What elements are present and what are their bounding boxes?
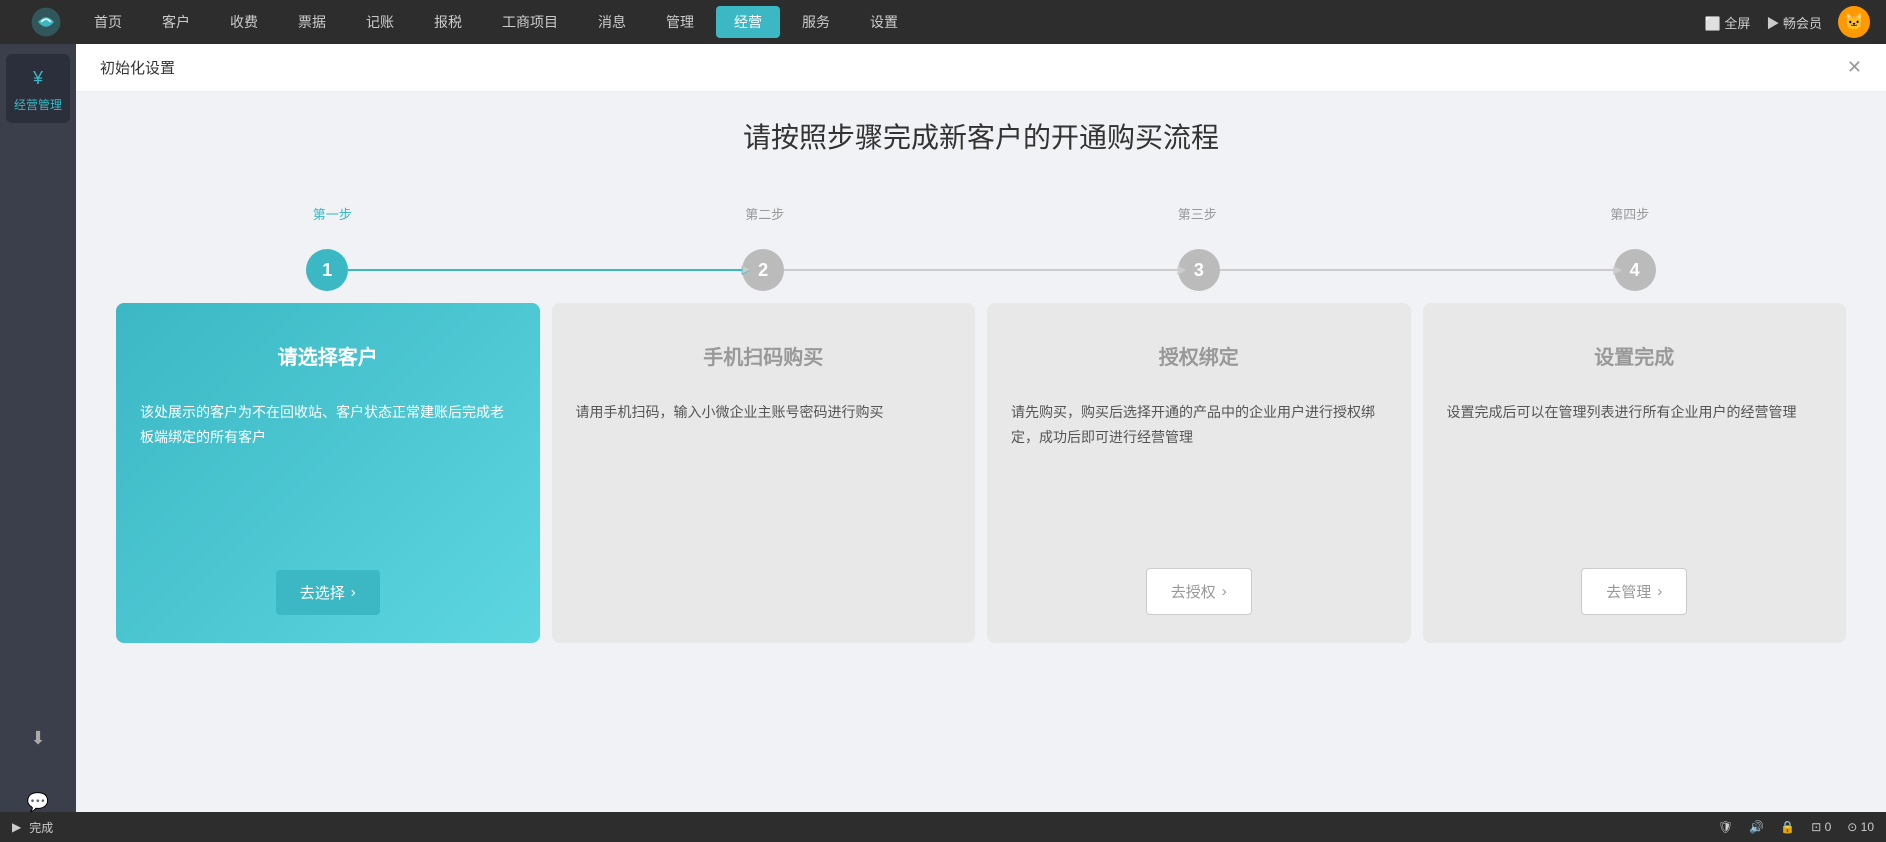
step1-card-desc: 该处展示的客户为不在回收站、客户状态正常建账后完成老板端绑定的所有客户 (140, 400, 516, 546)
nav-service[interactable]: 服务 (784, 6, 848, 38)
sidebar: ¥ 经营管理 ⬇ 💬 (0, 44, 76, 842)
cards-row: 请选择客户 该处展示的客户为不在回收站、客户状态正常建账后完成老板端绑定的所有客… (116, 303, 1846, 643)
lock-icon: 🔒 (1780, 820, 1795, 834)
main-area: 初始化设置 ✕ 请按照步骤完成新客户的开通购买流程 第一步 第二步 第三步 第四… (76, 44, 1886, 842)
step2-card-title: 手机扫码购买 (576, 331, 952, 380)
status-text: 完成 (29, 819, 53, 836)
step1-label: 第一步 (313, 204, 352, 223)
nav-items: 首页 客户 收费 票据 记账 报税 工商项目 消息 管理 经营 服务 设置 (76, 6, 1705, 38)
nav-tax[interactable]: 报税 (416, 6, 480, 38)
network-status: ⊡ 0 (1811, 820, 1831, 834)
nav-industry[interactable]: 工商项目 (484, 6, 576, 38)
step2-label: 第二步 (745, 204, 784, 223)
step3-action-button[interactable]: 去授权 › (1146, 568, 1252, 615)
status-right: 🛡 🔊 🔒 ⊡ 0 ⊙ 10 (1718, 820, 1874, 834)
logo[interactable] (16, 6, 76, 38)
connector3: ▶ (1220, 269, 1614, 271)
sidebar-item-label: 经营管理 (14, 96, 62, 113)
nav-message[interactable]: 消息 (580, 6, 644, 38)
step3-card: 授权绑定 请先购买，购买后选择开通的产品中的企业用户进行授权绑定，成功后即可进行… (987, 303, 1411, 643)
content-area: 请按照步骤完成新客户的开通购买流程 第一步 第二步 第三步 第四步 1 ▶ (76, 92, 1886, 842)
sidebar-item-operation[interactable]: ¥ 经营管理 (6, 54, 70, 123)
main-heading: 请按照步骤完成新客户的开通购买流程 (743, 116, 1219, 156)
step3-label: 第三步 (1178, 204, 1217, 223)
page-header: 初始化设置 ✕ (76, 44, 1886, 92)
step4-action-button[interactable]: 去管理 › (1581, 568, 1687, 615)
step3-card-title: 授权绑定 (1011, 331, 1387, 380)
fullscreen-btn[interactable]: ⬜ 全屏 (1705, 13, 1751, 32)
nav-management[interactable]: 管理 (648, 6, 712, 38)
nav-fee[interactable]: 收费 (212, 6, 276, 38)
connector1: ▶ (348, 269, 742, 271)
close-button[interactable]: ✕ (1847, 57, 1862, 78)
step3-card-desc: 请先购买，购买后选择开通的产品中的企业用户进行授权绑定，成功后即可进行经营管理 (1011, 400, 1387, 544)
step4-card-desc: 设置完成后可以在管理列表进行所有企业用户的经营管理 (1447, 400, 1823, 544)
shield-icon: 🛡 (1718, 820, 1733, 834)
step4-label: 第四步 (1610, 204, 1649, 223)
top-nav: 首页 客户 收费 票据 记账 报税 工商项目 消息 管理 经营 服务 设置 ⬜ … (0, 0, 1886, 44)
nav-home[interactable]: 首页 (76, 6, 140, 38)
step4-card-title: 设置完成 (1447, 331, 1823, 380)
nav-bills[interactable]: 票据 (280, 6, 344, 38)
status-bar: ▶ 完成 🛡 🔊 🔒 ⊡ 0 ⊙ 10 (0, 812, 1886, 842)
connector2: ▶ (784, 269, 1178, 271)
operation-icon: ¥ (24, 64, 52, 92)
page-title: 初始化设置 (100, 57, 175, 78)
play-button[interactable]: ▶ (12, 820, 21, 834)
nav-bookkeeping[interactable]: 记账 (348, 6, 412, 38)
download-icon: ⬇ (24, 724, 52, 752)
step1-card: 请选择客户 该处展示的客户为不在回收站、客户状态正常建账后完成老板端绑定的所有客… (116, 303, 540, 643)
sidebar-item-download[interactable]: ⬇ (6, 714, 70, 762)
user-avatar[interactable]: 🐱 (1838, 6, 1870, 38)
step1-circle: 1 (306, 249, 348, 291)
vip-btn[interactable]: ▶ 畅会员 (1766, 13, 1822, 32)
step4-card: 设置完成 设置完成后可以在管理列表进行所有企业用户的经营管理 去管理 › (1423, 303, 1847, 643)
step1-card-title: 请选择客户 (140, 331, 516, 380)
nav-right: ⬜ 全屏 ▶ 畅会员 🐱 (1705, 6, 1870, 38)
volume-icon: 🔊 (1749, 820, 1764, 834)
step1-action-button[interactable]: 去选择 › (276, 570, 380, 615)
step2-card-desc: 请用手机扫码，输入小微企业主账号密码进行购买 (576, 400, 952, 615)
time-display: ⊙ 10 (1847, 820, 1874, 834)
step2-card: 手机扫码购买 请用手机扫码，输入小微企业主账号密码进行购买 (552, 303, 976, 643)
nav-settings[interactable]: 设置 (852, 6, 916, 38)
nav-operation[interactable]: 经营 (716, 6, 780, 38)
nav-client[interactable]: 客户 (144, 6, 208, 38)
